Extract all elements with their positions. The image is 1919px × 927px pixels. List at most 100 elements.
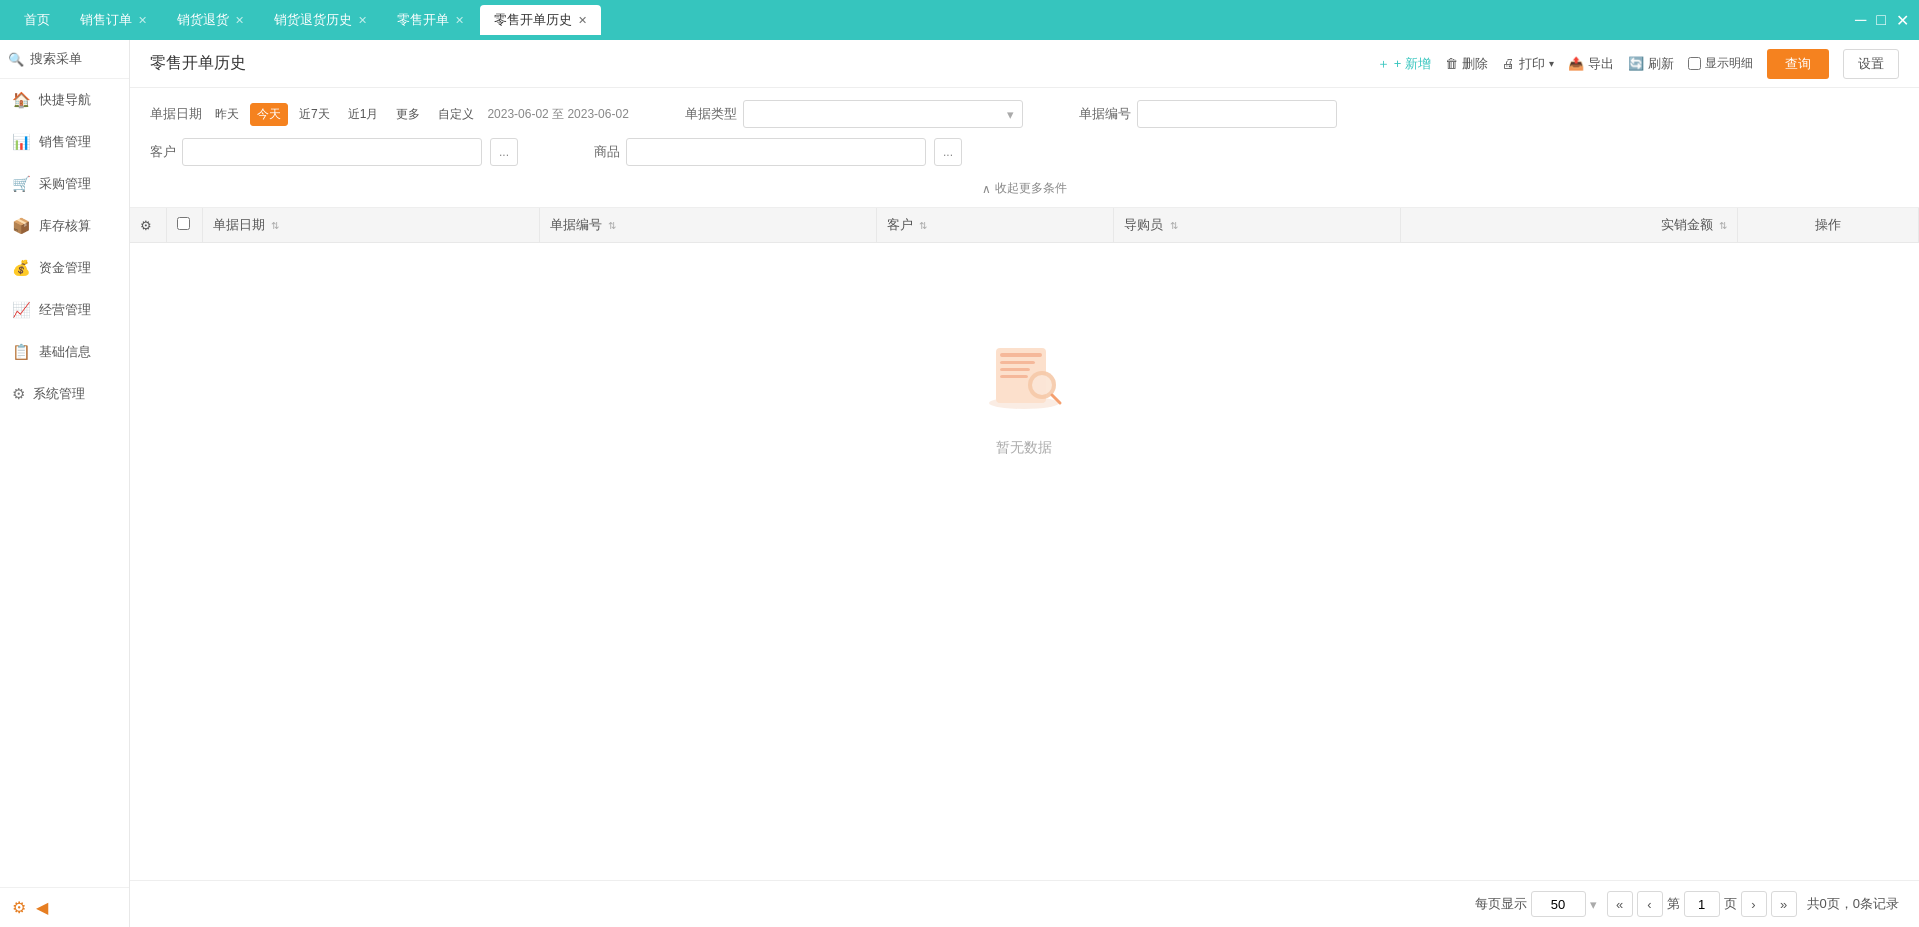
page-prev-button[interactable]: ‹ — [1637, 891, 1663, 917]
sidebar-item-quick-nav-label: 快捷导航 — [39, 91, 91, 109]
tab-sales-return-history-close[interactable]: ✕ — [358, 14, 367, 27]
sidebar-search-label: 搜索采单 — [30, 50, 82, 68]
date-range-text: 2023-06-02 至 2023-06-02 — [487, 106, 628, 123]
page-first-button[interactable]: « — [1607, 891, 1633, 917]
add-button[interactable]: ＋ + 新增 — [1377, 55, 1431, 73]
th-amount[interactable]: 实销金额 ⇅ — [1401, 208, 1738, 243]
tab-sales-order[interactable]: 销售订单 ✕ — [66, 5, 161, 35]
th-checkbox[interactable] — [166, 208, 202, 243]
th-guide-label: 导购员 — [1124, 217, 1163, 232]
refresh-label: 刷新 — [1648, 55, 1674, 73]
sidebar-item-sales-mgmt[interactable]: 📊 销售管理 — [0, 121, 129, 163]
sidebar-item-inventory[interactable]: 📦 库存核算 — [0, 205, 129, 247]
collapse-button[interactable]: ∧ 收起更多条件 — [982, 180, 1067, 197]
tab-sales-order-label: 销售订单 — [80, 11, 132, 29]
export-label: 导出 — [1588, 55, 1614, 73]
svg-rect-4 — [1000, 368, 1030, 371]
th-no[interactable]: 单据编号 ⇅ — [539, 208, 876, 243]
select-all-checkbox[interactable] — [177, 217, 190, 230]
settings-button[interactable]: 设置 — [1843, 49, 1899, 79]
doc-no-label: 单据编号 — [1079, 105, 1131, 123]
tab-home[interactable]: 首页 — [10, 5, 64, 35]
print-button[interactable]: 🖨 打印 ▾ — [1502, 55, 1554, 73]
date-btn-7days[interactable]: 近7天 — [292, 103, 337, 126]
date-btn-custom[interactable]: 自定义 — [431, 103, 481, 126]
th-guide-sort[interactable]: ⇅ — [1170, 220, 1178, 231]
maximize-icon[interactable]: □ — [1876, 11, 1886, 29]
table-settings-icon[interactable]: ⚙ — [140, 218, 152, 233]
query-button[interactable]: 查询 — [1767, 49, 1829, 79]
th-no-sort[interactable]: ⇅ — [608, 220, 616, 231]
per-page-input[interactable] — [1531, 891, 1586, 917]
sidebar-item-finance[interactable]: 💰 资金管理 — [0, 247, 129, 289]
th-amount-sort[interactable]: ⇅ — [1719, 220, 1727, 231]
th-customer-label: 客户 — [887, 217, 913, 232]
date-btn-1month[interactable]: 近1月 — [341, 103, 386, 126]
sidebar-item-base-info-label: 基础信息 — [39, 343, 91, 361]
customer-input[interactable] — [182, 138, 482, 166]
show-detail-checkbox-wrapper[interactable]: 显示明细 — [1688, 55, 1753, 72]
th-settings[interactable]: ⚙ — [130, 208, 166, 243]
base-info-icon: 📋 — [12, 343, 31, 361]
tab-sales-return-label: 销货退货 — [177, 11, 229, 29]
doc-type-select[interactable]: ▾ — [743, 100, 1023, 128]
tab-retail-open-label: 零售开单 — [397, 11, 449, 29]
print-label: 打印 — [1519, 55, 1545, 73]
page-label-pre: 第 — [1667, 895, 1680, 913]
customer-browse-button[interactable]: ... — [490, 138, 518, 166]
empty-text: 暂无数据 — [996, 439, 1052, 457]
sidebar-collapse-icon[interactable]: ◀ — [36, 898, 48, 917]
page-next-button[interactable]: › — [1741, 891, 1767, 917]
page-size-select: 每页显示 ▾ — [1475, 891, 1597, 917]
date-btn-yesterday[interactable]: 昨天 — [208, 103, 246, 126]
sidebar-settings-icon[interactable]: ⚙ — [12, 898, 26, 917]
doc-no-input[interactable] — [1137, 100, 1337, 128]
filter-doc-type: 单据类型 ▾ — [685, 100, 1023, 128]
svg-rect-5 — [1000, 375, 1028, 378]
data-table: ⚙ 单据日期 ⇅ 单据编号 ⇅ — [130, 208, 1919, 537]
sidebar-item-operations[interactable]: 📈 经营管理 — [0, 289, 129, 331]
tab-sales-return-close[interactable]: ✕ — [235, 14, 244, 27]
close-icon[interactable]: ✕ — [1896, 11, 1909, 30]
page-last-button[interactable]: » — [1771, 891, 1797, 917]
svg-rect-3 — [1000, 361, 1035, 364]
goods-input[interactable] — [626, 138, 926, 166]
show-detail-checkbox[interactable] — [1688, 57, 1701, 70]
date-btn-today[interactable]: 今天 — [250, 103, 288, 126]
svg-rect-2 — [1000, 353, 1042, 357]
tab-sales-order-close[interactable]: ✕ — [138, 14, 147, 27]
th-date-sort[interactable]: ⇅ — [271, 220, 279, 231]
th-date[interactable]: 单据日期 ⇅ — [202, 208, 539, 243]
refresh-button[interactable]: 🔄 刷新 — [1628, 55, 1674, 73]
date-buttons: 昨天 今天 近7天 近1月 更多 自定义 — [208, 103, 481, 126]
th-customer[interactable]: 客户 ⇅ — [876, 208, 1113, 243]
tab-sales-return[interactable]: 销货退货 ✕ — [163, 5, 258, 35]
export-button[interactable]: 📤 导出 — [1568, 55, 1614, 73]
tab-retail-open-history[interactable]: 零售开单历史 ✕ — [480, 5, 601, 35]
refresh-icon: 🔄 — [1628, 56, 1644, 71]
per-page-dropdown[interactable]: ▾ — [1590, 897, 1597, 912]
th-customer-sort[interactable]: ⇅ — [919, 220, 927, 231]
svg-point-7 — [1032, 375, 1052, 395]
tab-retail-open-close[interactable]: ✕ — [455, 14, 464, 27]
delete-button[interactable]: 🗑 删除 — [1445, 55, 1488, 73]
sidebar-item-purchase-mgmt[interactable]: 🛒 采购管理 — [0, 163, 129, 205]
th-action-label: 操作 — [1815, 217, 1841, 232]
tab-retail-open[interactable]: 零售开单 ✕ — [383, 5, 478, 35]
tab-retail-open-history-close[interactable]: ✕ — [578, 14, 587, 27]
sidebar-search[interactable]: 🔍 搜索采单 — [0, 40, 129, 79]
th-no-label: 单据编号 — [550, 217, 602, 232]
delete-icon: 🗑 — [1445, 56, 1458, 71]
minimize-icon[interactable]: ─ — [1855, 11, 1866, 29]
sidebar-item-sys-mgmt[interactable]: ⚙ 系统管理 — [0, 373, 129, 415]
sidebar-item-quick-nav[interactable]: 🏠 快捷导航 — [0, 79, 129, 121]
tab-sales-return-history[interactable]: 销货退货历史 ✕ — [260, 5, 381, 35]
date-label: 单据日期 — [150, 105, 202, 123]
sidebar-item-base-info[interactable]: 📋 基础信息 — [0, 331, 129, 373]
current-page-input[interactable] — [1684, 891, 1720, 917]
inventory-icon: 📦 — [12, 217, 31, 235]
th-guide[interactable]: 导购员 ⇅ — [1113, 208, 1400, 243]
date-btn-more[interactable]: 更多 — [389, 103, 427, 126]
operations-icon: 📈 — [12, 301, 31, 319]
goods-browse-button[interactable]: ... — [934, 138, 962, 166]
